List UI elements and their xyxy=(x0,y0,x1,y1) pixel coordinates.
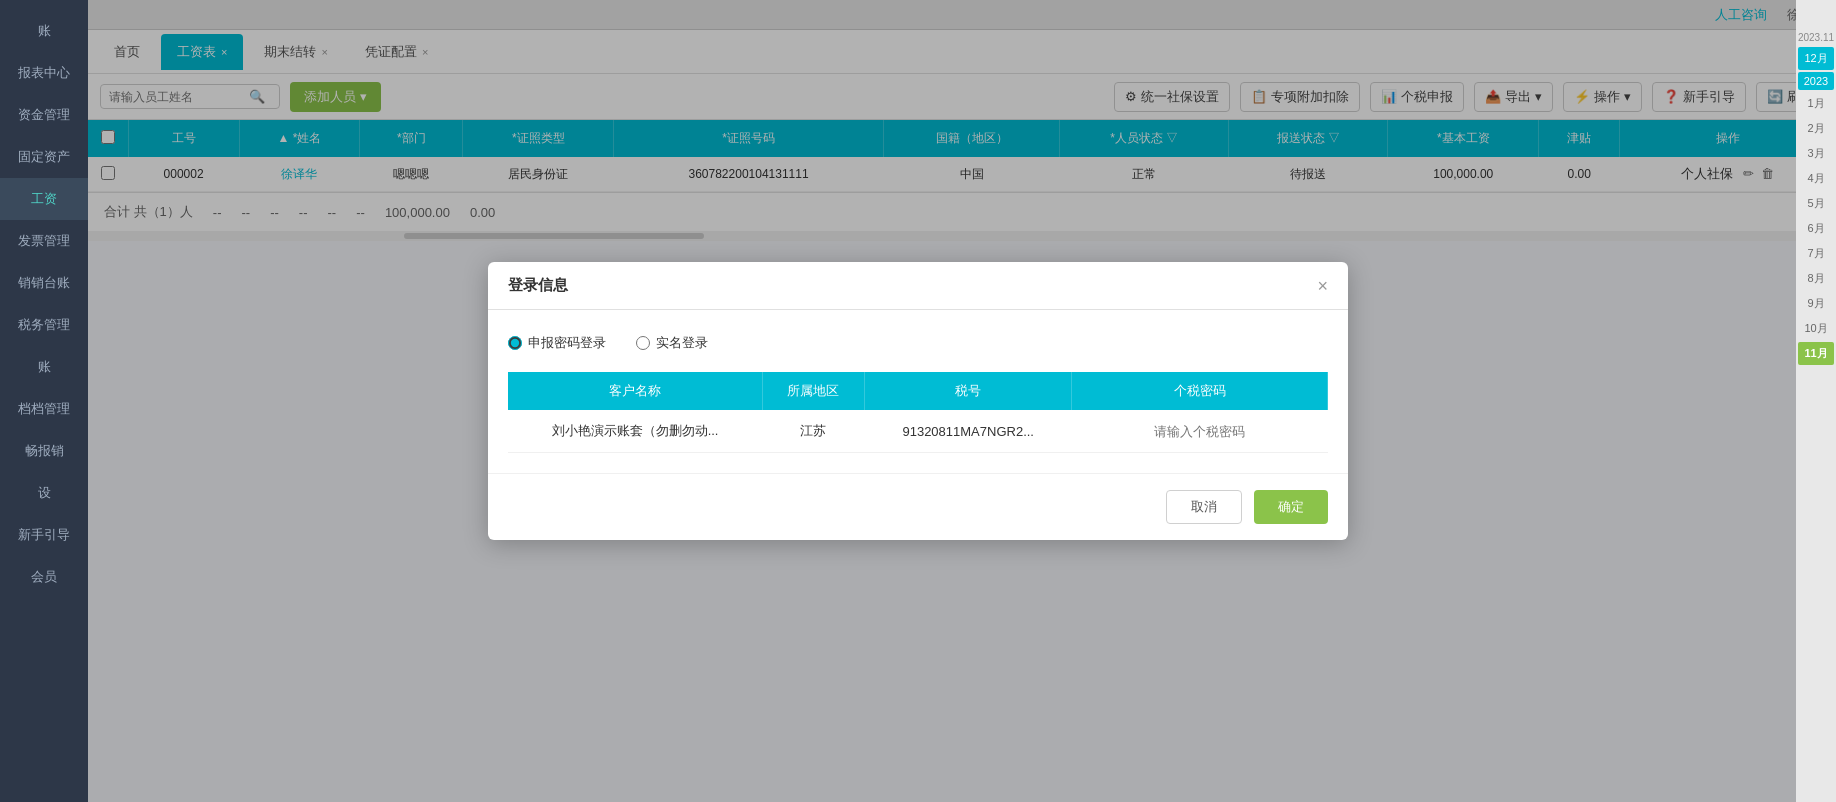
client-region: 江苏 xyxy=(762,410,865,453)
modal-col-region: 所属地区 xyxy=(762,372,865,410)
sidebar-item-settings[interactable]: 设 xyxy=(0,472,88,514)
calendar-month-jan[interactable]: 1月 xyxy=(1798,92,1834,115)
sidebar: 账 报表中心 资金管理 固定资产 工资 发票管理 销销台账 税务管理 账 档档管… xyxy=(0,0,88,802)
modal-table-row: 刘小艳演示账套（勿删勿动... 江苏 91320811MA7NGR2... xyxy=(508,410,1328,453)
client-name: 刘小艳演示账套（勿删勿动... xyxy=(508,410,762,453)
calendar-month-oct[interactable]: 10月 xyxy=(1798,317,1834,340)
sidebar-item-member[interactable]: 会员 xyxy=(0,556,88,598)
sidebar-item-salary[interactable]: 工资 xyxy=(0,178,88,220)
sidebar-item-fund-management[interactable]: 资金管理 xyxy=(0,94,88,136)
modal-header: 登录信息 × xyxy=(488,262,1348,310)
sidebar-item-sales-ledger[interactable]: 销销台账 xyxy=(0,262,88,304)
calendar-month-aug[interactable]: 8月 xyxy=(1798,267,1834,290)
client-password-field[interactable] xyxy=(1072,410,1328,453)
password-input[interactable] xyxy=(1084,424,1316,439)
calendar-month-nov[interactable]: 11月 xyxy=(1798,342,1834,365)
calendar-month-apr[interactable]: 4月 xyxy=(1798,167,1834,190)
login-modal: 登录信息 × 申报密码登录 实名登录 客户名称 所属地区 税号 个税密码 xyxy=(488,262,1348,540)
modal-footer: 取消 确定 xyxy=(488,473,1348,540)
confirm-button[interactable]: 确定 xyxy=(1254,490,1328,524)
calendar-year-indicator: 2023 xyxy=(1798,72,1834,90)
client-tax-no: 91320811MA7NGR2... xyxy=(865,410,1072,453)
sidebar-item-guide[interactable]: 新手引导 xyxy=(0,514,88,556)
calendar-month-feb[interactable]: 2月 xyxy=(1798,117,1834,140)
sidebar-item-invoice[interactable]: 发票管理 xyxy=(0,220,88,262)
cancel-button[interactable]: 取消 xyxy=(1166,490,1242,524)
calendar-month-jul[interactable]: 7月 xyxy=(1798,242,1834,265)
right-calendar-panel: 2023.11 12月 2023 1月 2月 3月 4月 5月 6月 7月 8月… xyxy=(1796,0,1836,802)
modal-title: 登录信息 xyxy=(508,276,568,295)
sidebar-item-fixed-assets[interactable]: 固定资产 xyxy=(0,136,88,178)
calendar-month-jun[interactable]: 6月 xyxy=(1798,217,1834,240)
sidebar-item-accounts2[interactable]: 账 xyxy=(0,346,88,388)
calendar-month-may[interactable]: 5月 xyxy=(1798,192,1834,215)
sidebar-item-report-center[interactable]: 报表中心 xyxy=(0,52,88,94)
radio-realname-input[interactable] xyxy=(636,336,650,350)
calendar-year: 2023.11 xyxy=(1798,30,1834,45)
calendar-month-sep[interactable]: 9月 xyxy=(1798,292,1834,315)
close-modal-button[interactable]: × xyxy=(1317,277,1328,295)
modal-col-client: 客户名称 xyxy=(508,372,762,410)
radio-realname-login[interactable]: 实名登录 xyxy=(636,334,708,352)
calendar-month-mar[interactable]: 3月 xyxy=(1798,142,1834,165)
sidebar-item-tax[interactable]: 税务管理 xyxy=(0,304,88,346)
modal-col-tax-no: 税号 xyxy=(865,372,1072,410)
modal-body: 申报密码登录 实名登录 客户名称 所属地区 税号 个税密码 刘小艳演示账套（勿删… xyxy=(488,310,1348,473)
calendar-month-dec[interactable]: 12月 xyxy=(1798,47,1834,70)
client-table: 客户名称 所属地区 税号 个税密码 刘小艳演示账套（勿删勿动... 江苏 913… xyxy=(508,372,1328,453)
sidebar-item-archive[interactable]: 档档管理 xyxy=(0,388,88,430)
sidebar-item-expense[interactable]: 畅报销 xyxy=(0,430,88,472)
radio-password-input[interactable] xyxy=(508,336,522,350)
radio-password-login[interactable]: 申报密码登录 xyxy=(508,334,606,352)
sidebar-item-accounts[interactable]: 账 xyxy=(0,10,88,52)
login-type-radio-group: 申报密码登录 实名登录 xyxy=(508,334,1328,352)
modal-col-password: 个税密码 xyxy=(1072,372,1328,410)
